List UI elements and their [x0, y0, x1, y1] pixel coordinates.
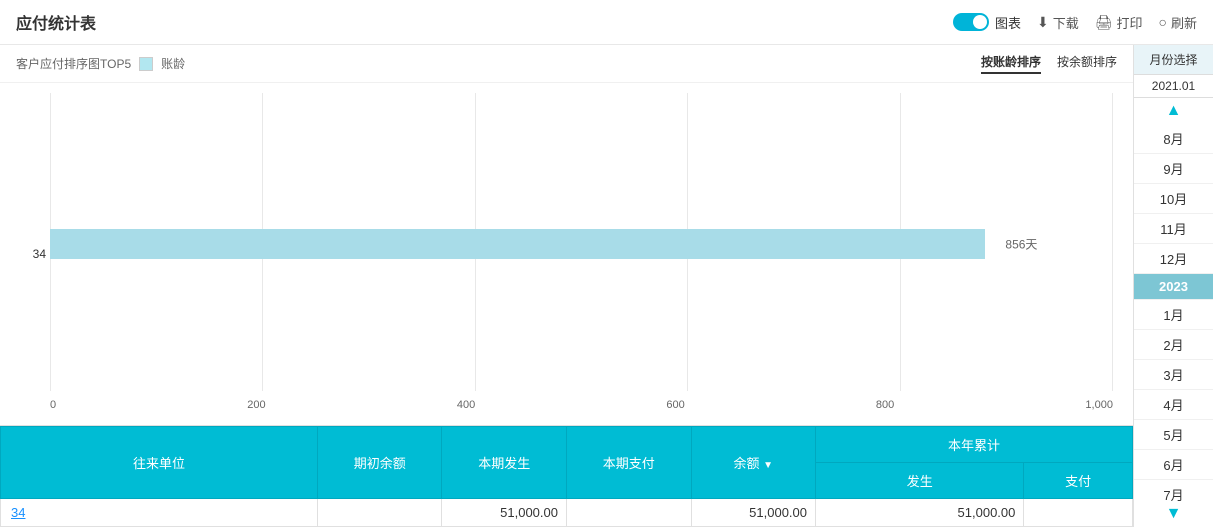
- td-balance: 51,000.00: [691, 499, 816, 527]
- x-label-1000: 1,000: [1085, 399, 1113, 415]
- sidebar-year-input[interactable]: 2021.01: [1134, 75, 1213, 98]
- print-label: 打印: [1117, 13, 1143, 32]
- th-opening: 期初余额: [317, 427, 442, 499]
- sidebar-header: 月份选择: [1134, 45, 1213, 75]
- refresh-icon: ○: [1159, 14, 1167, 30]
- balance-filter-icon: ▼: [763, 460, 773, 471]
- chart-inner: 34: [20, 93, 1113, 415]
- chart-table-area: 客户应付排序图TOP5 账龄 按账龄排序 按余额排序 34: [0, 45, 1133, 527]
- data-table: 往来单位 期初余额 本期发生 本期支付 余额 ▼ 本年累计 发生: [0, 426, 1133, 527]
- header-actions: 图表 ⬇ 下载 🖨 打印 ○ 刷新: [953, 13, 1197, 32]
- table-header-row-1: 往来单位 期初余额 本期发生 本期支付 余额 ▼ 本年累计: [1, 427, 1133, 463]
- x-label-400: 400: [457, 399, 475, 415]
- sidebar-month-1[interactable]: 1月: [1134, 300, 1213, 330]
- sidebar-month-4[interactable]: 4月: [1134, 390, 1213, 420]
- sidebar-month-7[interactable]: 7月: [1134, 480, 1213, 501]
- th-ytd: 本年累计: [816, 427, 1133, 463]
- sidebar-month-5[interactable]: 5月: [1134, 420, 1213, 450]
- sidebar-month-12[interactable]: 12月: [1134, 244, 1213, 274]
- table-section: 往来单位 期初余额 本期发生 本期支付 余额 ▼ 本年累计 发生: [0, 425, 1133, 527]
- y-axis-label: 34: [20, 93, 50, 415]
- main-content: 客户应付排序图TOP5 账龄 按账龄排序 按余额排序 34: [0, 45, 1213, 527]
- sidebar-nav-down[interactable]: ▼: [1134, 501, 1213, 527]
- print-icon: 🖨: [1095, 14, 1113, 31]
- td-ytd-occur: 51,000.00: [816, 499, 1024, 527]
- legend-box-label: 账龄: [161, 55, 185, 72]
- bar-row: 856天: [50, 93, 1113, 395]
- td-company[interactable]: 34: [1, 499, 318, 527]
- sidebar-month-list: 8月 9月 10月 11月 12月 2023 1月 2月 3月 4月 5月 6月…: [1134, 124, 1213, 501]
- x-label-800: 800: [876, 399, 894, 415]
- legend-label: 客户应付排序图TOP5: [16, 55, 131, 72]
- sidebar-month-2[interactable]: 2月: [1134, 330, 1213, 360]
- sort-tab-balance[interactable]: 按余额排序: [1057, 53, 1117, 74]
- sidebar-month-11[interactable]: 11月: [1134, 214, 1213, 244]
- page-title: 应付统计表: [16, 10, 96, 34]
- td-current-occur: 51,000.00: [442, 499, 567, 527]
- sidebar: 月份选择 2021.01 ▲ 8月 9月 10月 11月 12月 2023 1月…: [1133, 45, 1213, 527]
- chart-toggle-wrap[interactable]: 图表: [953, 13, 1021, 32]
- refresh-label: 刷新: [1171, 13, 1197, 32]
- bar-value-label: 856天: [1005, 236, 1037, 253]
- x-label-0: 0: [50, 399, 56, 415]
- bar-fill: [50, 229, 985, 259]
- table-row: 34 51,000.00 51,000.00 51,000.00: [1, 499, 1133, 527]
- refresh-button[interactable]: ○ 刷新: [1159, 13, 1197, 32]
- chart-toggle[interactable]: [953, 13, 989, 31]
- download-button[interactable]: ⬇ 下载: [1037, 13, 1079, 32]
- x-label-600: 600: [666, 399, 684, 415]
- legend-box: [139, 57, 153, 71]
- th-balance: 余额 ▼: [691, 427, 816, 499]
- sidebar-year-2023[interactable]: 2023: [1134, 274, 1213, 300]
- td-ytd-pay: [1024, 499, 1133, 527]
- sidebar-nav-up[interactable]: ▲: [1134, 98, 1213, 124]
- download-label: 下载: [1053, 13, 1079, 32]
- chart-toggle-label: 图表: [995, 13, 1021, 32]
- download-icon: ⬇: [1037, 14, 1049, 31]
- sidebar-month-3[interactable]: 3月: [1134, 360, 1213, 390]
- sidebar-month-10[interactable]: 10月: [1134, 184, 1213, 214]
- x-label-200: 200: [247, 399, 265, 415]
- sidebar-month-8[interactable]: 8月: [1134, 124, 1213, 154]
- sidebar-month-9[interactable]: 9月: [1134, 154, 1213, 184]
- chart-header: 客户应付排序图TOP5 账龄 按账龄排序 按余额排序: [0, 45, 1133, 83]
- sort-tab-age[interactable]: 按账龄排序: [981, 53, 1041, 74]
- th-company: 往来单位: [1, 427, 318, 499]
- chart-sort-tabs: 按账龄排序 按余额排序: [981, 53, 1117, 74]
- bar-fill-wrap: 856天: [50, 229, 985, 259]
- th-current-occur: 本期发生: [442, 427, 567, 499]
- print-button[interactable]: 🖨 打印: [1095, 13, 1143, 32]
- bar-chart-container: 34: [0, 83, 1133, 425]
- x-axis-labels: 0 200 400 600 800 1,000: [50, 395, 1113, 415]
- th-ytd-occur: 发生: [816, 463, 1024, 499]
- app-header: 应付统计表 图表 ⬇ 下载 🖨 打印 ○ 刷新: [0, 0, 1213, 45]
- plot-area: 856天 0 200 400 600 800 1,000: [50, 93, 1113, 415]
- sidebar-month-6[interactable]: 6月: [1134, 450, 1213, 480]
- td-opening: [317, 499, 442, 527]
- th-ytd-pay: 支付: [1024, 463, 1133, 499]
- chart-legend: 客户应付排序图TOP5 账龄: [16, 55, 185, 72]
- td-current-pay: [566, 499, 691, 527]
- th-current-pay: 本期支付: [566, 427, 691, 499]
